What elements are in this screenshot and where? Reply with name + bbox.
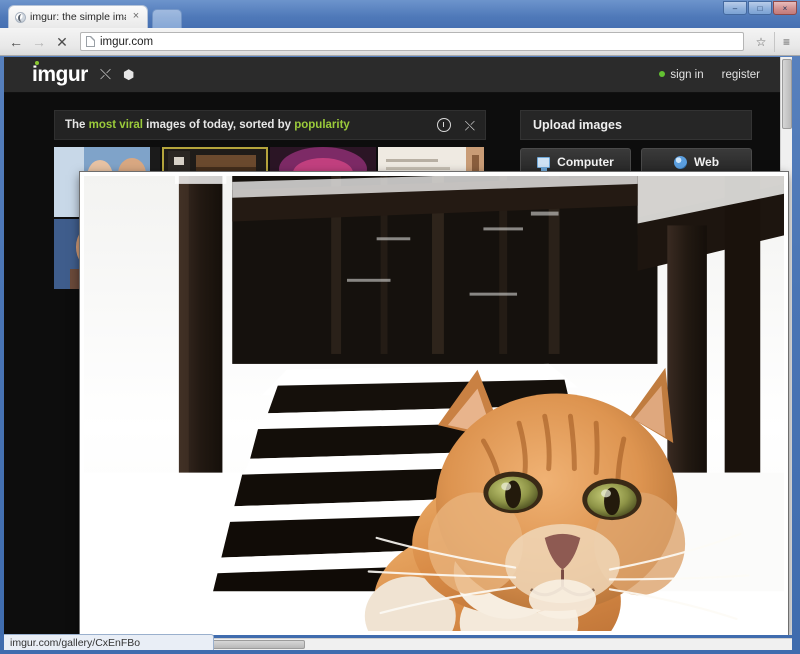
window-minimize-button[interactable]: – xyxy=(723,1,747,15)
header-shuffle-icon[interactable]: ⤬ xyxy=(100,66,111,83)
upload-panel-title: Upload images xyxy=(520,110,752,140)
bookmark-star-icon[interactable]: ☆ xyxy=(751,32,771,52)
imgur-favicon-icon xyxy=(15,11,26,23)
imgur-site-header: imgur ⤬ ⬢ sign in register xyxy=(4,57,780,93)
lightbox-overlay[interactable] xyxy=(80,172,788,635)
viral-filter-link[interactable]: most viral xyxy=(89,119,143,131)
browser-toolbar: ← → ✕ imgur.com ☆ ≡ xyxy=(0,28,800,56)
header-account-links: sign in register xyxy=(659,69,760,81)
window-maximize-button[interactable]: □ xyxy=(748,1,772,15)
upload-web-label: Web xyxy=(693,155,720,169)
imgur-logo[interactable]: imgur xyxy=(32,60,88,87)
clock-icon[interactable] xyxy=(436,118,451,132)
viral-sort-bar: The most viral images of today, sorted b… xyxy=(54,110,486,140)
sign-in-link[interactable]: sign in xyxy=(659,68,704,81)
address-bar-url: imgur.com xyxy=(100,35,154,48)
forward-icon[interactable]: → xyxy=(29,32,49,52)
scrollbar-thumb[interactable] xyxy=(782,59,792,129)
page-viewport: imgur ⤬ ⬢ sign in register The most vira… xyxy=(4,57,792,635)
upload-computer-label: Computer xyxy=(557,155,614,169)
imgur-logo-text: imgur xyxy=(32,62,88,86)
shuffle-icon[interactable]: ⤬ xyxy=(465,119,475,132)
browser-tab[interactable]: imgur: the simple image s × xyxy=(8,5,148,28)
window-controls: – □ × xyxy=(723,1,797,15)
menu-hamburger-icon[interactable]: ≡ xyxy=(774,31,794,52)
browser-window: imgur: the simple image s × – □ × ← → ✕ … xyxy=(0,0,800,654)
cat-photo xyxy=(84,176,784,631)
tab-close-icon[interactable]: × xyxy=(130,11,142,23)
status-bar-url: imgur.com/gallery/CxEnFBo xyxy=(10,636,141,649)
sign-in-label: sign in xyxy=(670,68,704,81)
new-tab-button[interactable] xyxy=(152,9,182,28)
header-upload-icon[interactable]: ⬢ xyxy=(123,67,134,83)
computer-icon xyxy=(537,156,551,171)
tab-strip: imgur: the simple image s × – □ × xyxy=(0,0,800,28)
tab-title: imgur: the simple image s xyxy=(30,11,126,23)
online-status-dot-icon xyxy=(659,71,666,78)
viral-sort-text: The most viral images of today, sorted b… xyxy=(65,119,350,131)
window-close-button[interactable]: × xyxy=(773,1,797,15)
register-link[interactable]: register xyxy=(722,69,760,81)
upload-panel: Upload images Computer Web xyxy=(520,110,752,176)
viral-middle: images of today, sorted by xyxy=(142,119,295,131)
viral-prefix: The xyxy=(65,119,89,131)
globe-icon xyxy=(673,155,687,169)
viral-bar-icons: ⤬ xyxy=(436,118,475,132)
address-bar[interactable]: imgur.com xyxy=(80,32,744,51)
status-bar: imgur.com/gallery/CxEnFBo xyxy=(4,634,214,650)
logo-dot-icon xyxy=(35,60,39,65)
back-icon[interactable]: ← xyxy=(6,32,26,52)
page-document-icon xyxy=(86,36,95,47)
stop-icon[interactable]: ✕ xyxy=(52,32,72,52)
viral-sort-link[interactable]: popularity xyxy=(294,119,350,131)
